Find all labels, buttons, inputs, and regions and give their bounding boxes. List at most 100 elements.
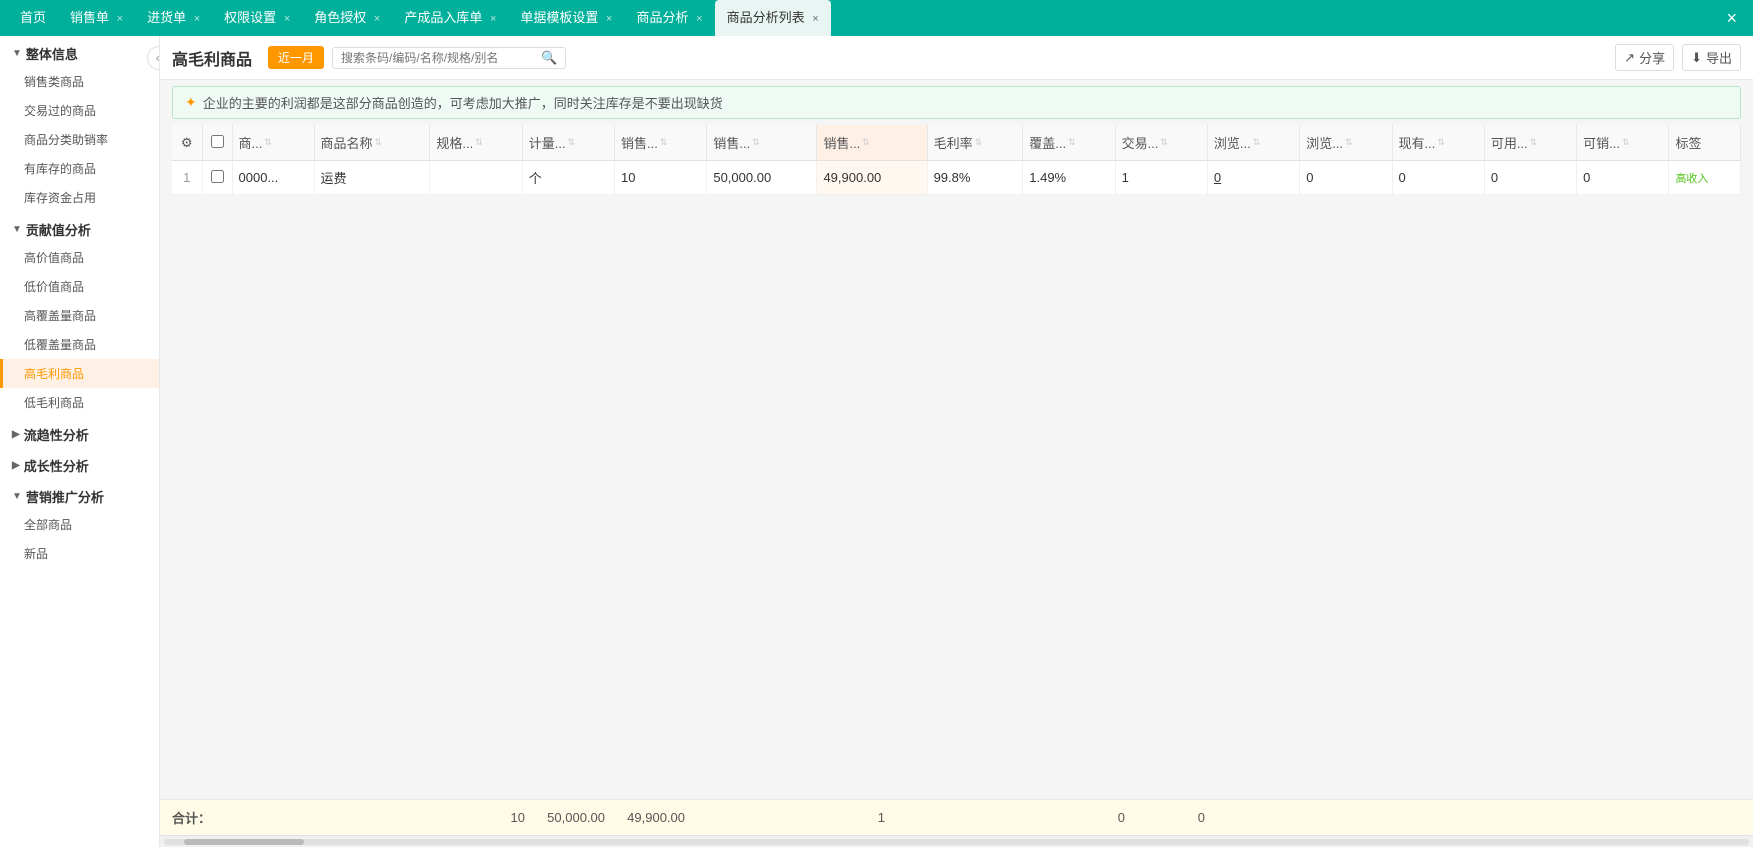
- col-coverage-sort-icon[interactable]: ⇅: [1068, 137, 1076, 148]
- col-transactions-sort-icon[interactable]: ⇅: [1160, 137, 1168, 148]
- sidebar-section-growth-arrow: ▶: [12, 460, 20, 471]
- horizontal-scrollbar[interactable]: [160, 835, 1753, 847]
- col-current[interactable]: 现有...⇅: [1392, 125, 1484, 161]
- sidebar-item-low-value[interactable]: 低价值商品: [0, 272, 159, 301]
- col-gross-margin[interactable]: 毛利率⇅: [927, 125, 1023, 161]
- sidebar-item-low-coverage[interactable]: 低覆盖量商品: [0, 330, 159, 359]
- col-unit[interactable]: 计量...⇅: [522, 125, 614, 161]
- export-button[interactable]: ⬇ 导出: [1682, 44, 1741, 71]
- col-checkbox[interactable]: [202, 125, 232, 161]
- nav-roles-close[interactable]: ×: [374, 13, 380, 25]
- share-button[interactable]: ↗ 分享: [1615, 44, 1674, 71]
- col-sales-count-sort-icon[interactable]: ⇅: [660, 137, 668, 148]
- footer-label: 合计：: [172, 808, 211, 827]
- col-spec-sort-icon[interactable]: ⇅: [475, 137, 483, 148]
- sidebar-section-contribution[interactable]: ▼ 贡献值分析: [0, 212, 159, 243]
- nav-analysis[interactable]: 商品分析 ×: [624, 0, 714, 36]
- col-sales-count[interactable]: 销售...⇅: [615, 125, 707, 161]
- row-views1[interactable]: 0: [1207, 161, 1299, 195]
- footer-views1: [891, 810, 971, 825]
- col-tag[interactable]: 标签: [1669, 125, 1741, 161]
- sidebar-item-traded-goods[interactable]: 交易过的商品: [0, 96, 159, 125]
- nav-analysis-close[interactable]: ×: [696, 13, 702, 25]
- select-all-checkbox[interactable]: [211, 135, 224, 148]
- sidebar-item-new-goods[interactable]: 新品: [0, 539, 159, 568]
- nav-permissions[interactable]: 权限设置 ×: [212, 0, 302, 36]
- col-code[interactable]: 商...⇅: [232, 125, 314, 161]
- toolbar-right: ↗ 分享 ⬇ 导出: [1615, 44, 1741, 71]
- col-sales-amount-sort-icon[interactable]: ⇅: [752, 137, 760, 148]
- sidebar-item-stock-capital[interactable]: 库存资金占用: [0, 183, 159, 212]
- row-views2: 0: [1300, 161, 1392, 195]
- nav-purchase[interactable]: 进货单 ×: [135, 0, 212, 36]
- col-sales-profit-sort-icon[interactable]: ⇅: [862, 137, 870, 148]
- nav-sales[interactable]: 销售单 ×: [58, 0, 135, 36]
- col-views1[interactable]: 浏览...⇅: [1207, 125, 1299, 161]
- col-unit-sort-icon[interactable]: ⇅: [568, 137, 576, 148]
- sidebar-item-high-value[interactable]: 高价值商品: [0, 243, 159, 272]
- scrollbar-track[interactable]: [164, 839, 1749, 845]
- footer-spacer2: [691, 810, 751, 825]
- row-name[interactable]: 运费: [314, 161, 430, 195]
- col-sales-profit[interactable]: 销售...⇅: [817, 125, 927, 161]
- nav-sales-close[interactable]: ×: [117, 13, 123, 25]
- nav-purchase-close[interactable]: ×: [194, 13, 200, 25]
- col-available-sort-icon[interactable]: ⇅: [1530, 137, 1538, 148]
- col-name[interactable]: 商品名称⇅: [314, 125, 430, 161]
- share-icon: ↗: [1624, 50, 1635, 66]
- nav-analysis-list-close[interactable]: ×: [812, 13, 818, 25]
- row-checkbox[interactable]: [211, 170, 224, 183]
- sidebar-section-marketing[interactable]: ▼ 营销推广分析: [0, 479, 159, 510]
- sidebar-item-low-margin[interactable]: 低毛利商品: [0, 388, 159, 417]
- sidebar-item-all-goods[interactable]: 全部商品: [0, 510, 159, 539]
- row-current: 0: [1392, 161, 1484, 195]
- row-available: 0: [1484, 161, 1576, 195]
- col-views2-sort-icon[interactable]: ⇅: [1345, 137, 1353, 148]
- filter-recent-month-button[interactable]: 近一月: [268, 46, 324, 69]
- col-saleable[interactable]: 可销...⇅: [1577, 125, 1669, 161]
- nav-roles[interactable]: 角色授权 ×: [302, 0, 392, 36]
- footer-views2: [971, 810, 1051, 825]
- nav-template-close[interactable]: ×: [606, 13, 612, 25]
- sidebar-item-category-assist[interactable]: 商品分类助销率: [0, 125, 159, 154]
- sidebar-item-sales-goods[interactable]: 销售类商品: [0, 67, 159, 96]
- settings-icon[interactable]: ⚙: [181, 135, 193, 150]
- sidebar-section-overview[interactable]: ▼ 整体信息: [0, 36, 159, 67]
- col-available[interactable]: 可用...⇅: [1484, 125, 1576, 161]
- col-name-sort-icon[interactable]: ⇅: [375, 137, 383, 148]
- row-saleable: 0: [1577, 161, 1669, 195]
- row-coverage: 1.49%: [1023, 161, 1115, 195]
- col-spec[interactable]: 规格...⇅: [430, 125, 522, 161]
- col-views2[interactable]: 浏览...⇅: [1300, 125, 1392, 161]
- footer-transactions: 1: [811, 810, 891, 825]
- footer-sales-profit: 49,900.00: [611, 810, 691, 825]
- alert-text: 企业的主要的利润都是这部分商品创造的，可考虑加大推广，同时关注库存是不要出现缺货: [203, 93, 723, 112]
- col-coverage[interactable]: 覆盖...⇅: [1023, 125, 1115, 161]
- sidebar-item-high-margin[interactable]: 高毛利商品: [0, 359, 159, 388]
- scrollbar-thumb[interactable]: [184, 839, 304, 845]
- sidebar-section-growth[interactable]: ▶ 成长性分析: [0, 448, 159, 479]
- col-transactions[interactable]: 交易...⇅: [1115, 125, 1207, 161]
- nav-analysis-list[interactable]: 商品分析列表 ×: [715, 0, 831, 36]
- col-sales-amount[interactable]: 销售...⇅: [707, 125, 817, 161]
- nav-product-warehouse[interactable]: 产成品入库单 ×: [392, 0, 508, 36]
- search-input[interactable]: [341, 51, 541, 65]
- window-close-button[interactable]: ×: [1718, 8, 1745, 29]
- col-views1-sort-icon[interactable]: ⇅: [1253, 137, 1261, 148]
- nav-permissions-close[interactable]: ×: [284, 13, 290, 25]
- nav-template[interactable]: 单据模板设置 ×: [508, 0, 624, 36]
- col-saleable-sort-icon[interactable]: ⇅: [1622, 137, 1630, 148]
- sidebar-section-trend[interactable]: ▶ 流趋性分析: [0, 417, 159, 448]
- nav-home[interactable]: 首页: [8, 0, 58, 36]
- row-checkbox-cell[interactable]: [202, 161, 232, 195]
- col-settings[interactable]: ⚙: [172, 125, 202, 161]
- nav-product-warehouse-close[interactable]: ×: [490, 13, 496, 25]
- row-code[interactable]: 0000...: [232, 161, 314, 195]
- search-icon[interactable]: 🔍: [541, 50, 557, 66]
- sidebar-item-stocked-goods[interactable]: 有库存的商品: [0, 154, 159, 183]
- views1-link[interactable]: 0: [1214, 170, 1221, 185]
- col-gross-margin-sort-icon[interactable]: ⇅: [975, 137, 983, 148]
- col-code-sort-icon[interactable]: ⇅: [264, 137, 272, 148]
- col-current-sort-icon[interactable]: ⇅: [1437, 137, 1445, 148]
- sidebar-item-high-coverage[interactable]: 高覆盖量商品: [0, 301, 159, 330]
